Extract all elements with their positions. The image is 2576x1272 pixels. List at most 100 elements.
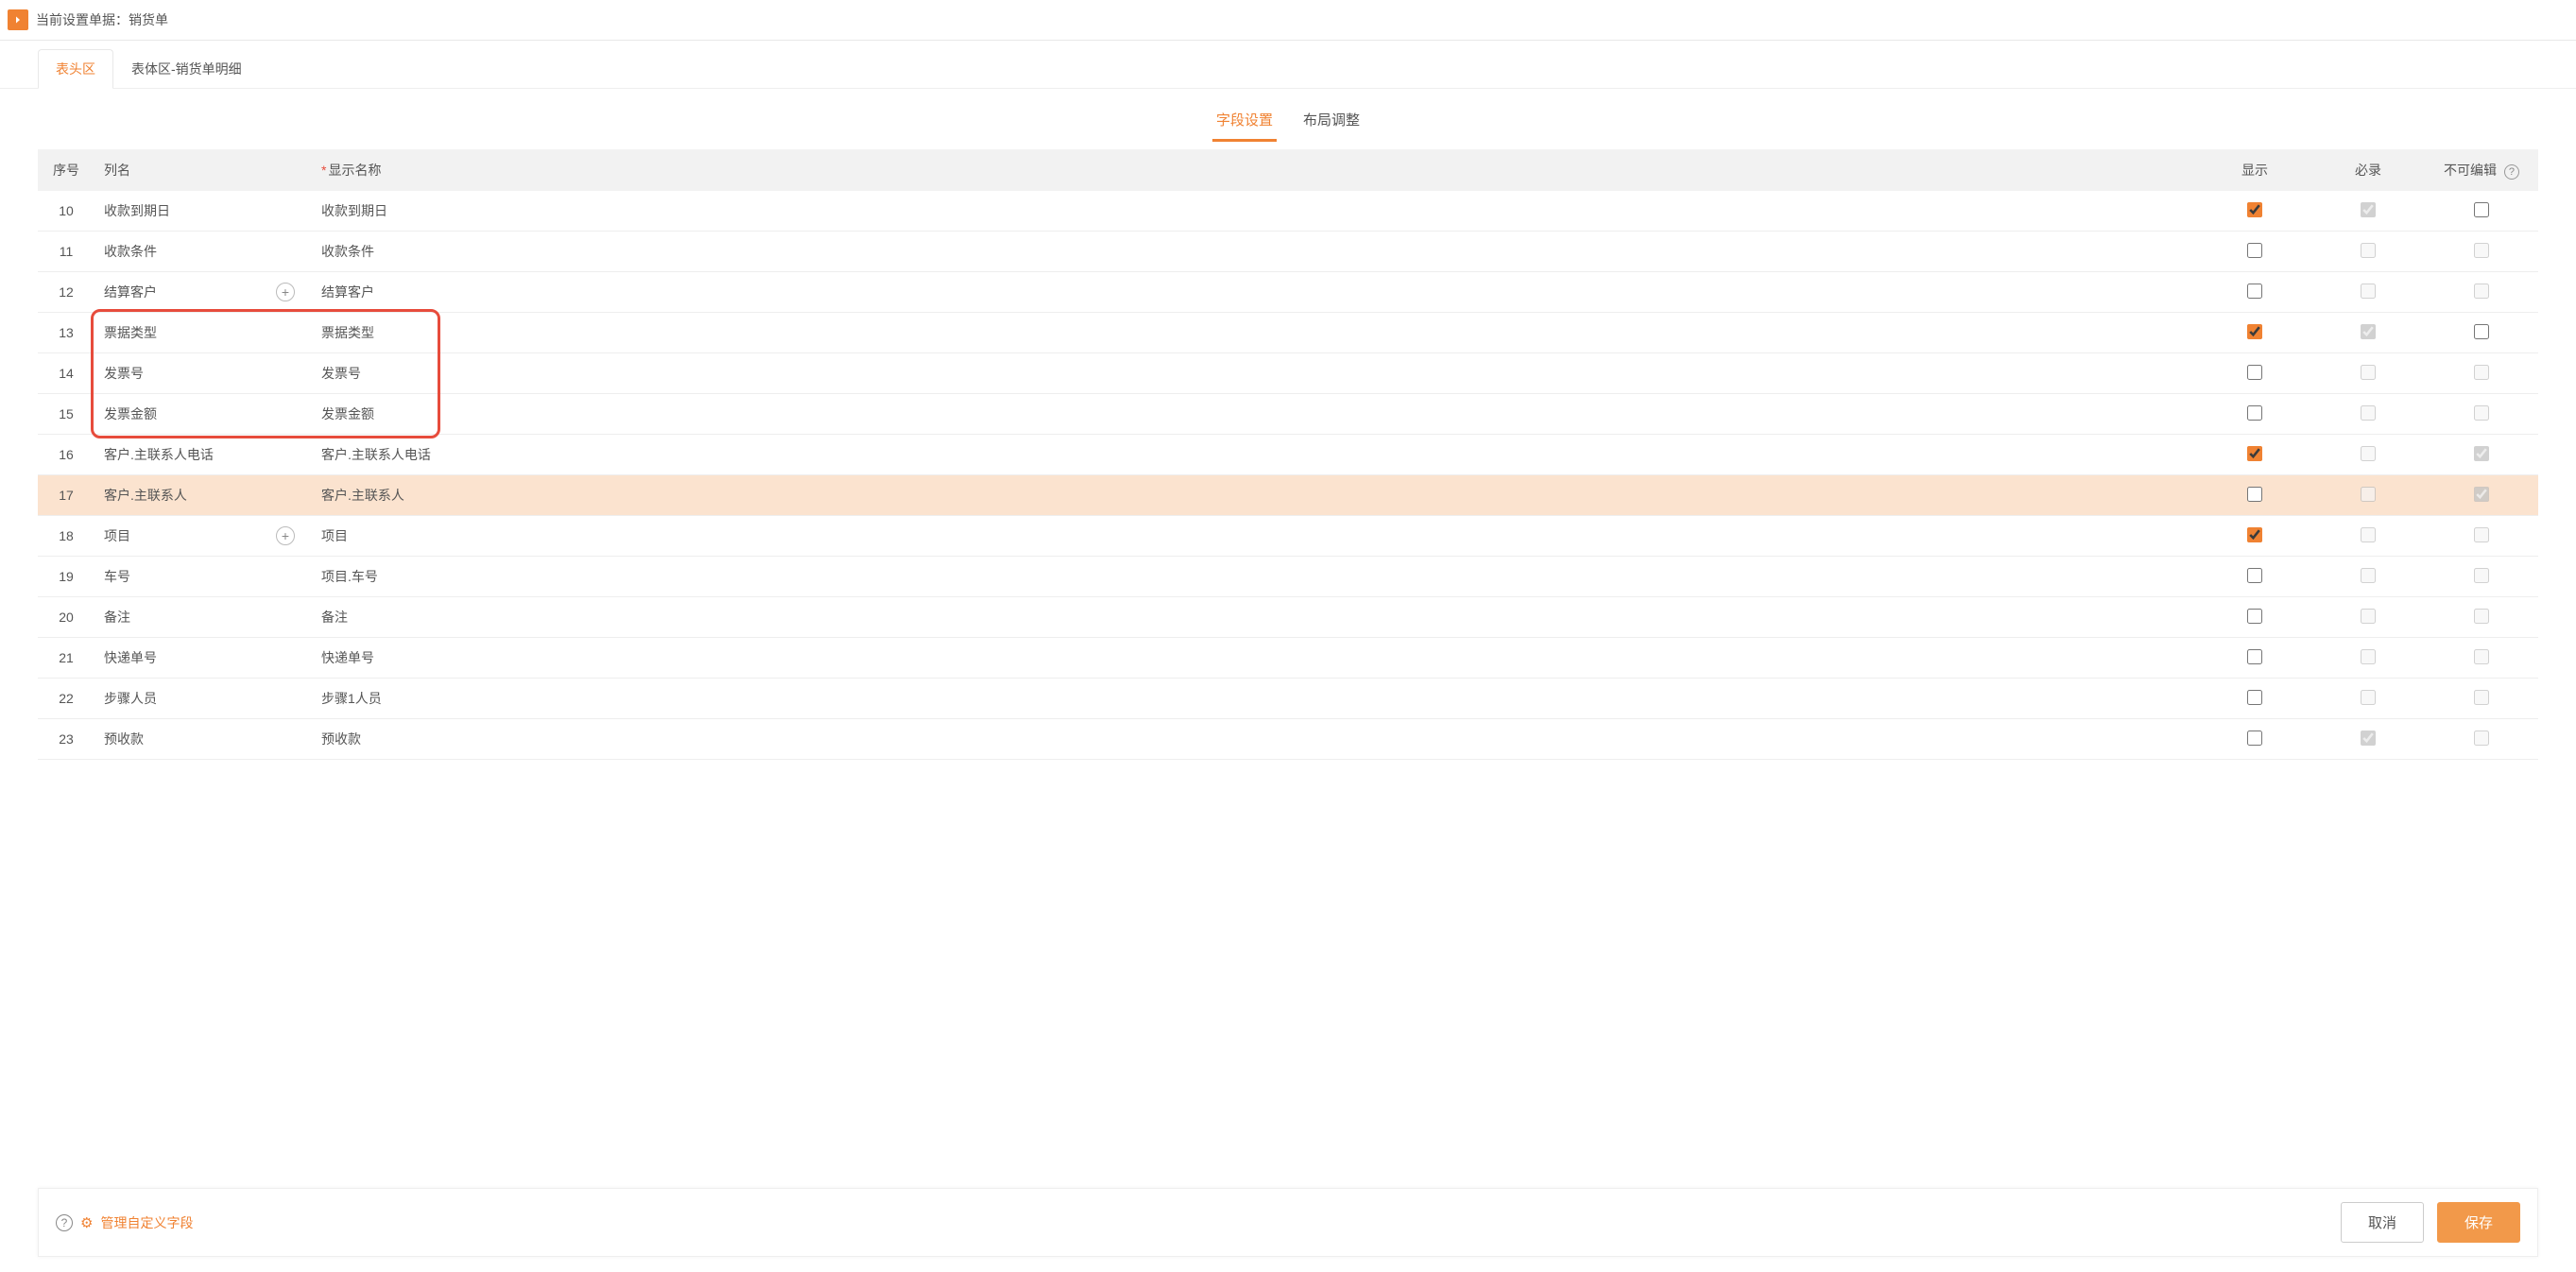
table-header-row: 序号 列名 *显示名称 显示 必录 不可编辑 ? — [38, 149, 2538, 191]
cell-seq: 20 — [38, 597, 94, 638]
cell-display-name[interactable]: 收款到期日 — [312, 191, 2198, 232]
cell-required — [2311, 597, 2425, 638]
show-checkbox[interactable] — [2247, 731, 2262, 746]
cell-name: 收款条件 — [94, 232, 312, 272]
cell-required — [2311, 435, 2425, 475]
cell-readonly — [2425, 475, 2538, 516]
cell-seq: 19 — [38, 557, 94, 597]
col-required-header: 必录 — [2311, 149, 2425, 191]
table-row: 15发票金额发票金额 — [38, 394, 2538, 435]
help-icon[interactable]: ? — [2504, 164, 2519, 180]
cell-readonly — [2425, 353, 2538, 394]
chevron-right-icon — [12, 14, 24, 26]
show-checkbox[interactable] — [2247, 284, 2262, 299]
show-checkbox[interactable] — [2247, 649, 2262, 664]
cell-name: 客户.主联系人 — [94, 475, 312, 516]
table-row: 10收款到期日收款到期日 — [38, 191, 2538, 232]
cell-readonly — [2425, 394, 2538, 435]
show-checkbox[interactable] — [2247, 568, 2262, 583]
cell-name: 票据类型 — [94, 313, 312, 353]
add-icon[interactable]: + — [276, 283, 295, 301]
readonly-checkbox[interactable] — [2474, 324, 2489, 339]
table-row: 13票据类型票据类型 — [38, 313, 2538, 353]
show-checkbox[interactable] — [2247, 446, 2262, 461]
table-row: 16客户.主联系人电话客户.主联系人电话 — [38, 435, 2538, 475]
show-checkbox[interactable] — [2247, 527, 2262, 542]
cell-required — [2311, 679, 2425, 719]
cell-display-name[interactable]: 发票金额 — [312, 394, 2198, 435]
cell-name: 步骤人员 — [94, 679, 312, 719]
cell-required — [2311, 353, 2425, 394]
manage-custom-fields-link[interactable]: 管理自定义字段 — [100, 1213, 193, 1232]
col-seq-header: 序号 — [38, 149, 94, 191]
page-header: 当前设置单据：销货单 — [0, 0, 2576, 41]
subtab-layout-adjust[interactable]: 布局调整 — [1299, 104, 1364, 142]
cell-name: 备注 — [94, 597, 312, 638]
cell-display-name[interactable]: 快递单号 — [312, 638, 2198, 679]
readonly-checkbox — [2474, 527, 2489, 542]
tab-body-area[interactable]: 表体区-销货单明细 — [113, 49, 260, 89]
cell-display-name[interactable]: 结算客户 — [312, 272, 2198, 313]
cell-name: 结算客户+ — [94, 272, 312, 313]
show-checkbox[interactable] — [2247, 405, 2262, 421]
cell-readonly — [2425, 557, 2538, 597]
required-checkbox — [2361, 405, 2376, 421]
required-checkbox — [2361, 324, 2376, 339]
cell-display-name[interactable]: 客户.主联系人电话 — [312, 435, 2198, 475]
cell-required — [2311, 557, 2425, 597]
cell-name: 收款到期日 — [94, 191, 312, 232]
cell-display-name[interactable]: 项目 — [312, 516, 2198, 557]
readonly-checkbox[interactable] — [2474, 202, 2489, 217]
cell-seq: 21 — [38, 638, 94, 679]
footer-left: ? ⚙ 管理自定义字段 — [56, 1213, 193, 1232]
tab-header-area[interactable]: 表头区 — [38, 49, 113, 89]
table-row: 21快递单号快递单号 — [38, 638, 2538, 679]
footer-right: 取消 保存 — [2341, 1202, 2520, 1243]
cell-display-name[interactable]: 票据类型 — [312, 313, 2198, 353]
question-icon[interactable]: ? — [56, 1214, 73, 1231]
required-checkbox — [2361, 690, 2376, 705]
gear-icon: ⚙ — [80, 1214, 93, 1231]
cell-name: 快递单号 — [94, 638, 312, 679]
table-row: 20备注备注 — [38, 597, 2538, 638]
show-checkbox[interactable] — [2247, 243, 2262, 258]
add-icon[interactable]: + — [276, 526, 295, 545]
show-checkbox[interactable] — [2247, 365, 2262, 380]
cell-readonly — [2425, 232, 2538, 272]
cell-display-name[interactable]: 备注 — [312, 597, 2198, 638]
required-checkbox — [2361, 609, 2376, 624]
cell-display-name[interactable]: 收款条件 — [312, 232, 2198, 272]
cell-display-name[interactable]: 预收款 — [312, 719, 2198, 760]
cancel-button[interactable]: 取消 — [2341, 1202, 2424, 1243]
table-row: 23预收款预收款 — [38, 719, 2538, 760]
col-name-header: 列名 — [94, 149, 312, 191]
required-checkbox — [2361, 446, 2376, 461]
show-checkbox[interactable] — [2247, 324, 2262, 339]
cell-readonly — [2425, 313, 2538, 353]
show-checkbox[interactable] — [2247, 609, 2262, 624]
cell-display-name[interactable]: 步骤1人员 — [312, 679, 2198, 719]
table-row: 22步骤人员步骤1人员 — [38, 679, 2538, 719]
cell-seq: 10 — [38, 191, 94, 232]
cell-display-name[interactable]: 客户.主联系人 — [312, 475, 2198, 516]
cell-required — [2311, 313, 2425, 353]
cell-show — [2198, 516, 2311, 557]
cell-required — [2311, 232, 2425, 272]
show-checkbox[interactable] — [2247, 690, 2262, 705]
required-star-icon: * — [321, 163, 326, 178]
cell-readonly — [2425, 638, 2538, 679]
cell-seq: 12 — [38, 272, 94, 313]
cell-display-name[interactable]: 发票号 — [312, 353, 2198, 394]
save-button[interactable]: 保存 — [2437, 1202, 2520, 1243]
required-checkbox — [2361, 649, 2376, 664]
cell-show — [2198, 597, 2311, 638]
cell-show — [2198, 638, 2311, 679]
cell-readonly — [2425, 679, 2538, 719]
cell-display-name[interactable]: 项目.车号 — [312, 557, 2198, 597]
subtab-field-settings[interactable]: 字段设置 — [1212, 104, 1277, 142]
show-checkbox[interactable] — [2247, 202, 2262, 217]
required-checkbox — [2361, 527, 2376, 542]
readonly-checkbox — [2474, 446, 2489, 461]
collapse-button[interactable] — [8, 9, 28, 30]
show-checkbox[interactable] — [2247, 487, 2262, 502]
